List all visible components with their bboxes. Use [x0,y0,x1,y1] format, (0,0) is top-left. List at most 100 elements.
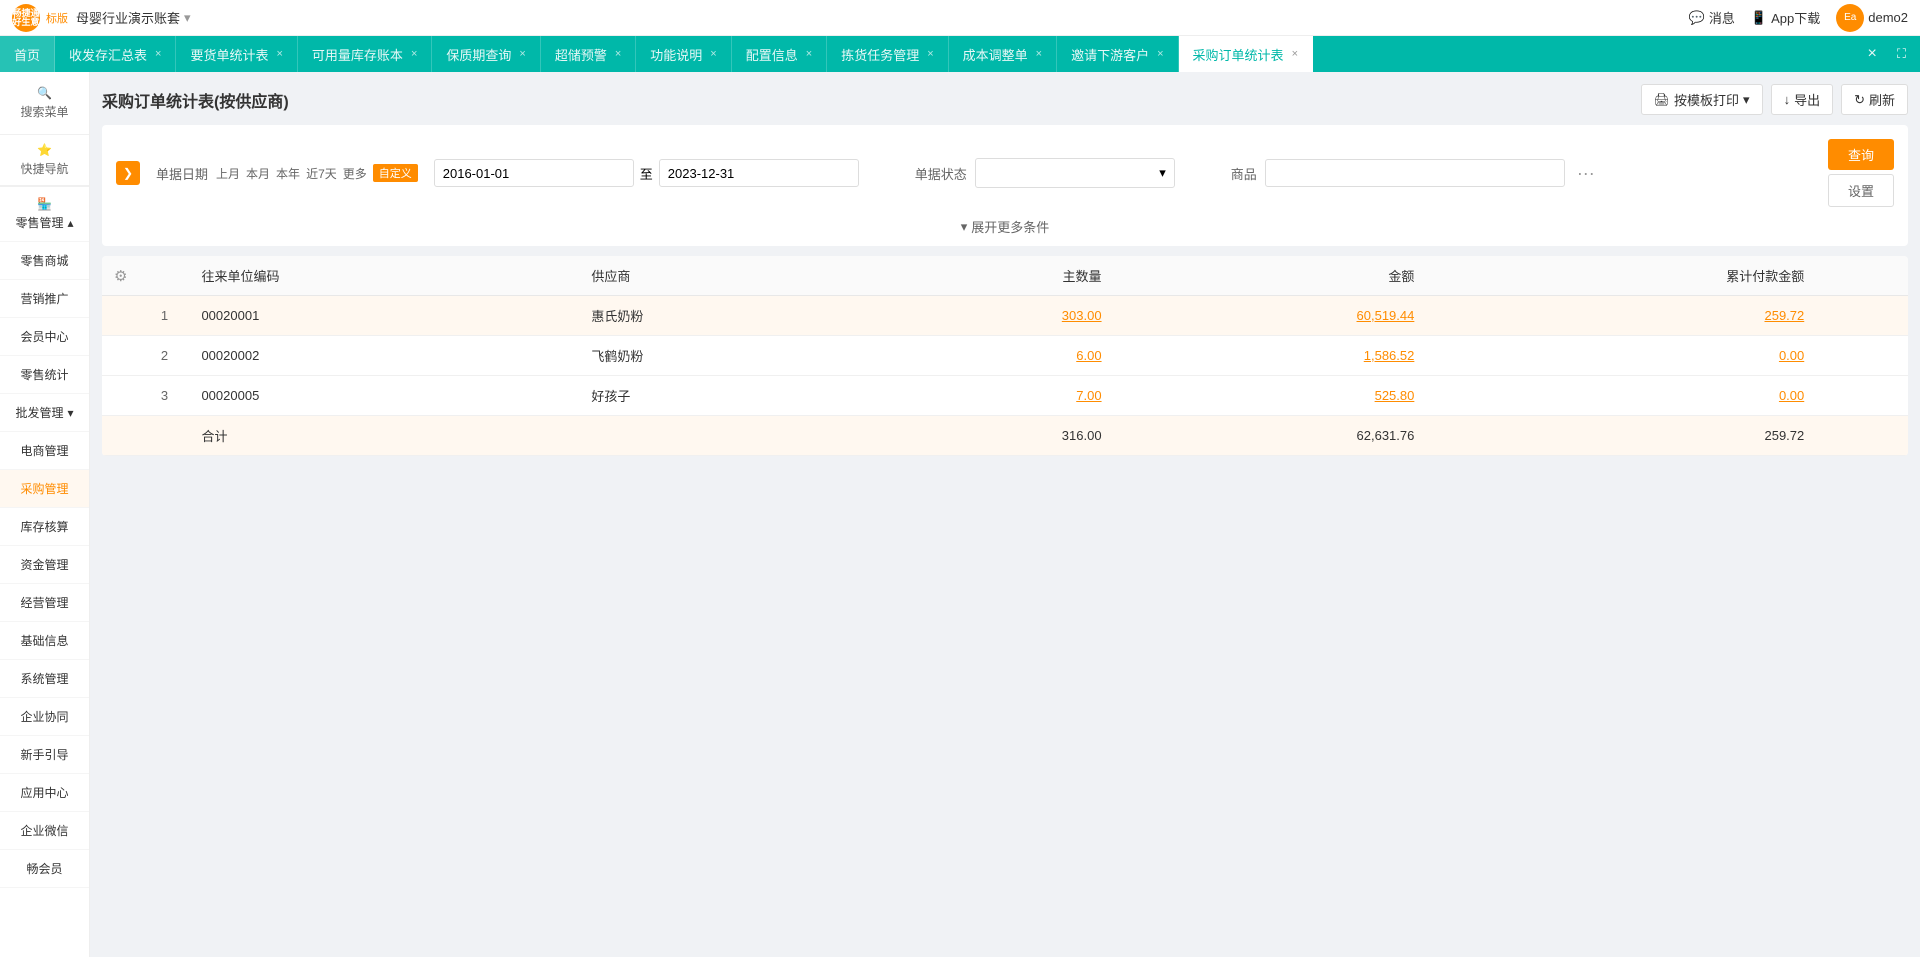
sidebar-item-basic-info[interactable]: 基础信息 [0,622,89,660]
col-extra [1816,256,1908,296]
row2-paid[interactable]: 0.00 [1426,336,1816,376]
footer-settings [102,416,139,456]
row3-paid[interactable]: 0.00 [1426,376,1816,416]
sidebar-item-marketing[interactable]: 营销推广 [0,280,89,318]
tab-order-summary[interactable]: 要货单统计表 × [176,36,297,72]
date-filter-label: 单据日期 [156,164,208,183]
status-chevron: ▾ [1159,165,1166,181]
sidebar-item-wholesale[interactable]: 批发管理 ▾ [0,394,89,432]
sidebar-item-purchase[interactable]: 采购管理 [0,470,89,508]
tab-pick-task-close[interactable]: × [927,48,933,60]
retail-stats-label: 零售统计 [20,366,68,383]
sidebar-item-inventory[interactable]: 库存核算 [0,508,89,546]
sidebar-item-operations[interactable]: 经营管理 [0,584,89,622]
export-button[interactable]: ↓ 导出 [1771,84,1834,115]
sidebar-item-enterprise[interactable]: 企业协同 [0,698,89,736]
tab-cost-adjust-label: 成本调整单 [963,45,1028,64]
sidebar-item-retail[interactable]: 🏪 零售管理 ▴ [0,187,89,242]
tab-function-close[interactable]: × [710,48,716,60]
sidebar-item-member[interactable]: 会员中心 [0,318,89,356]
col-amount: 金额 [1114,256,1427,296]
tab-function[interactable]: 功能说明 × [636,36,731,72]
filter-card: ❯ 单据日期 上月 本月 本年 近7天 更多 自定义 [102,125,1908,246]
row3-qty[interactable]: 7.00 [870,376,1114,416]
sidebar-item-ecommerce[interactable]: 电商管理 [0,432,89,470]
row1-amount[interactable]: 60,519.44 [1114,296,1427,336]
tab-cost-adjust[interactable]: 成本调整单 × [949,36,1057,72]
expand-more-button[interactable]: ▾ 展开更多条件 [961,217,1050,236]
tab-invite-close[interactable]: × [1157,48,1163,60]
top-bar: 畅捷通好生意 标版 母婴行业演示账套 ▾ 💬 消息 📱 App下载 Ea dem… [0,0,1920,36]
refresh-button[interactable]: ↻ 刷新 [1841,84,1908,115]
date-to-input[interactable] [659,159,859,187]
tab-collect-pay[interactable]: 收发存汇总表 × [55,36,176,72]
tab-config-close[interactable]: × [806,48,812,60]
purchase-label: 采购管理 [20,480,68,497]
nav-maximize[interactable]: ⛶ [1891,44,1912,64]
status-filter-label: 单据状态 [915,164,967,183]
workspace-selector[interactable]: 母婴行业演示账套 ▾ [76,8,191,27]
tab-invite[interactable]: 邀请下游客户 × [1057,36,1178,72]
tab-purchase-summary[interactable]: 采购订单统计表 × [1179,36,1313,72]
tab-collect-pay-label: 收发存汇总表 [69,45,147,64]
row1-code: 00020001 [189,296,579,336]
custom-badge[interactable]: 自定义 [373,164,418,182]
sidebar-item-retail-stats[interactable]: 零售统计 [0,356,89,394]
tab-overstock-close[interactable]: × [615,48,621,60]
tab-warranty-query[interactable]: 保质期查询 × [432,36,540,72]
shortcut-more[interactable]: 更多 [343,165,367,182]
settings-button[interactable]: 设置 [1828,174,1894,207]
tab-config[interactable]: 配置信息 × [732,36,827,72]
nav-close-all[interactable]: × [1862,43,1883,65]
logo-area: 畅捷通好生意 标版 [12,4,68,32]
shortcut-nav-button[interactable]: ⭐ 快捷导航 [0,135,89,186]
row2-settings [102,336,139,376]
sidebar-item-finance[interactable]: 资金管理 [0,546,89,584]
col-settings[interactable]: ⚙ [102,256,139,296]
tab-warranty-query-close[interactable]: × [519,48,525,60]
sidebar-item-enterprise-wx[interactable]: 企业微信 [0,812,89,850]
tab-purchase-summary-close[interactable]: × [1292,48,1298,60]
tab-overstock[interactable]: 超储预警 × [541,36,636,72]
row1-supplier: 惠氏奶粉 [579,296,870,336]
row1-qty[interactable]: 303.00 [870,296,1114,336]
shortcut-last-month[interactable]: 上月 [216,165,240,182]
query-button[interactable]: 查询 [1828,139,1894,170]
goods-ellipsis[interactable]: ··· [1573,163,1599,184]
row2-qty[interactable]: 6.00 [870,336,1114,376]
row1-paid[interactable]: 259.72 [1426,296,1816,336]
sidebar-item-new-guide[interactable]: 新手引导 [0,736,89,774]
message-button[interactable]: 💬 消息 [1689,8,1735,27]
row2-amount[interactable]: 1,586.52 [1114,336,1427,376]
tab-cost-adjust-close[interactable]: × [1036,48,1042,60]
tab-collect-pay-close[interactable]: × [155,48,161,60]
row1-settings [102,296,139,336]
sidebar-item-app-center[interactable]: 应用中心 [0,774,89,812]
sidebar-item-vip[interactable]: 畅会员 [0,850,89,888]
tab-home[interactable]: 首页 [0,36,55,72]
shortcut-label: 快捷导航 [20,160,68,177]
user-profile[interactable]: Ea demo2 [1836,4,1908,32]
tab-available-stock-close[interactable]: × [411,48,417,60]
row3-amount[interactable]: 525.80 [1114,376,1427,416]
print-button[interactable]: 🖨 按模板打印 ▾ [1641,84,1763,115]
tab-order-summary-close[interactable]: × [276,48,282,60]
date-from-input[interactable] [434,159,634,187]
search-menu-button[interactable]: 🔍 搜索菜单 [6,80,83,126]
table-row: 1 00020001 惠氏奶粉 303.00 60,519.44 259.72 [102,296,1908,336]
sidebar-item-sys-mgmt[interactable]: 系统管理 [0,660,89,698]
sidebar-item-retail-mall[interactable]: 零售商城 [0,242,89,280]
shortcut-this-month[interactable]: 本月 [246,165,270,182]
tab-pick-task[interactable]: 拣货任务管理 × [827,36,948,72]
col-gear-icon[interactable]: ⚙ [114,268,127,285]
goods-input[interactable] [1265,159,1565,187]
inventory-label: 库存核算 [20,518,68,535]
shortcut-this-year[interactable]: 本年 [276,165,300,182]
tab-available-stock[interactable]: 可用量库存账本 × [298,36,432,72]
filter-toggle-arrow[interactable]: ❯ [116,161,140,185]
shortcut-7days[interactable]: 近7天 [306,165,337,182]
wholesale-expand-icon: ▾ [67,406,73,420]
status-select[interactable]: ▾ [975,158,1175,188]
app-download-button[interactable]: 📱 App下载 [1751,8,1820,27]
enterprise-wx-label: 企业微信 [20,822,68,839]
